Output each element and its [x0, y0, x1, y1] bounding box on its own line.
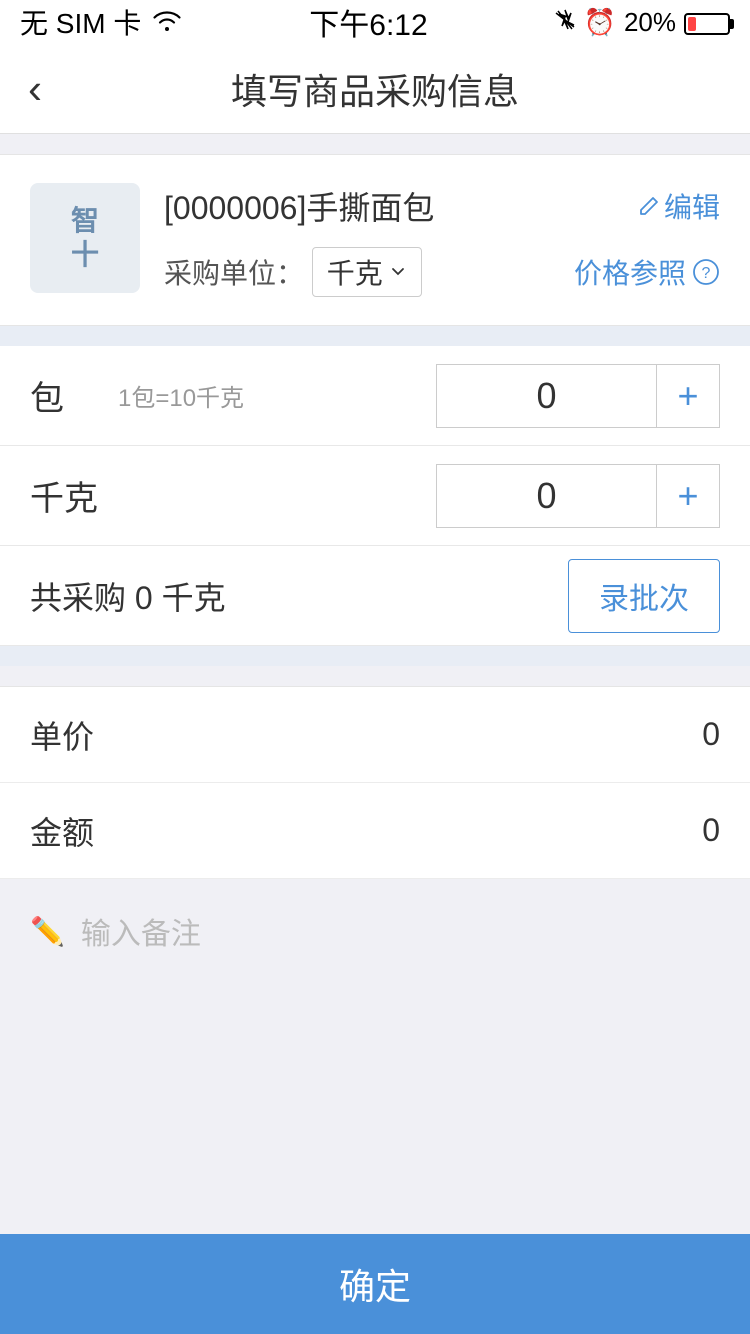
svg-text:?: ?: [702, 265, 711, 282]
confirm-button[interactable]: 确定: [0, 1234, 750, 1334]
price-section: 单价 0 金额 0: [0, 686, 750, 879]
status-bar: 无 SIM 卡 下午6:12 ⏰ 20%: [0, 0, 750, 44]
edit-button[interactable]: 编辑: [638, 186, 720, 226]
product-info: [0000006]手撕面包 编辑 采购单位： 千克 价格参照 ?: [164, 183, 720, 297]
bao-plus-button[interactable]: +: [656, 364, 720, 428]
unit-select[interactable]: 千克: [312, 247, 422, 297]
unit-price-label: 单价: [30, 712, 94, 758]
kg-input-row: 千克 +: [0, 446, 750, 546]
bottom-spacer: [0, 983, 750, 1263]
product-card: 智 十 [0000006]手撕面包 编辑 采购单位： 千克: [0, 154, 750, 326]
batch-record-button[interactable]: 录批次: [568, 559, 720, 633]
input-section: 包 1包=10千克 + 千克 + 共采购 0 千克 录批次: [0, 346, 750, 646]
wifi-icon: [151, 6, 183, 38]
location-icon: [554, 7, 576, 38]
bao-label: 包: [30, 371, 110, 420]
remark-placeholder: 输入备注: [81, 909, 201, 953]
product-thumbnail: 智 十: [30, 183, 140, 293]
sim-label: 无 SIM 卡: [20, 2, 141, 42]
battery-percent: 20%: [624, 7, 676, 38]
summary-row: 共采购 0 千克 录批次: [0, 546, 750, 646]
kg-label: 千克: [30, 471, 110, 520]
section-divider-2: [0, 646, 750, 666]
unit-price-row: 单价 0: [0, 687, 750, 783]
status-right: ⏰ 20%: [554, 7, 730, 38]
product-logo: 智 十: [71, 204, 99, 271]
battery-icon: [684, 7, 730, 38]
pencil-icon: ✏️: [30, 915, 65, 948]
summary-text: 共采购 0 千克: [30, 573, 226, 619]
amount-label: 金额: [30, 808, 94, 854]
bao-input-right: +: [436, 364, 720, 428]
back-button[interactable]: ‹: [28, 65, 42, 113]
product-meta-row: 采购单位： 千克 价格参照 ?: [164, 247, 720, 297]
price-reference-button[interactable]: 价格参照 ?: [574, 252, 720, 292]
bao-sublabel: 1包=10千克: [118, 378, 244, 413]
amount-row: 金额 0: [0, 783, 750, 879]
product-name-row: [0000006]手撕面包 编辑: [164, 183, 720, 229]
kg-quantity-input[interactable]: [436, 464, 656, 528]
unit-prefix-label: 采购单位： 千克: [164, 247, 422, 297]
kg-plus-button[interactable]: +: [656, 464, 720, 528]
bao-quantity-input[interactable]: [436, 364, 656, 428]
page-title: 填写商品采购信息: [231, 63, 519, 115]
status-time: 下午6:12: [309, 0, 427, 44]
remark-section[interactable]: ✏️ 输入备注: [0, 879, 750, 983]
unit-price-value: 0: [702, 716, 720, 753]
kg-input-right: +: [436, 464, 720, 528]
product-name: [0000006]手撕面包: [164, 183, 434, 229]
status-left: 无 SIM 卡: [20, 2, 183, 42]
section-divider-1: [0, 326, 750, 346]
nav-bar: ‹ 填写商品采购信息: [0, 44, 750, 134]
amount-value: 0: [702, 812, 720, 849]
alarm-icon: ⏰: [584, 7, 616, 38]
bao-input-row: 包 1包=10千克 +: [0, 346, 750, 446]
